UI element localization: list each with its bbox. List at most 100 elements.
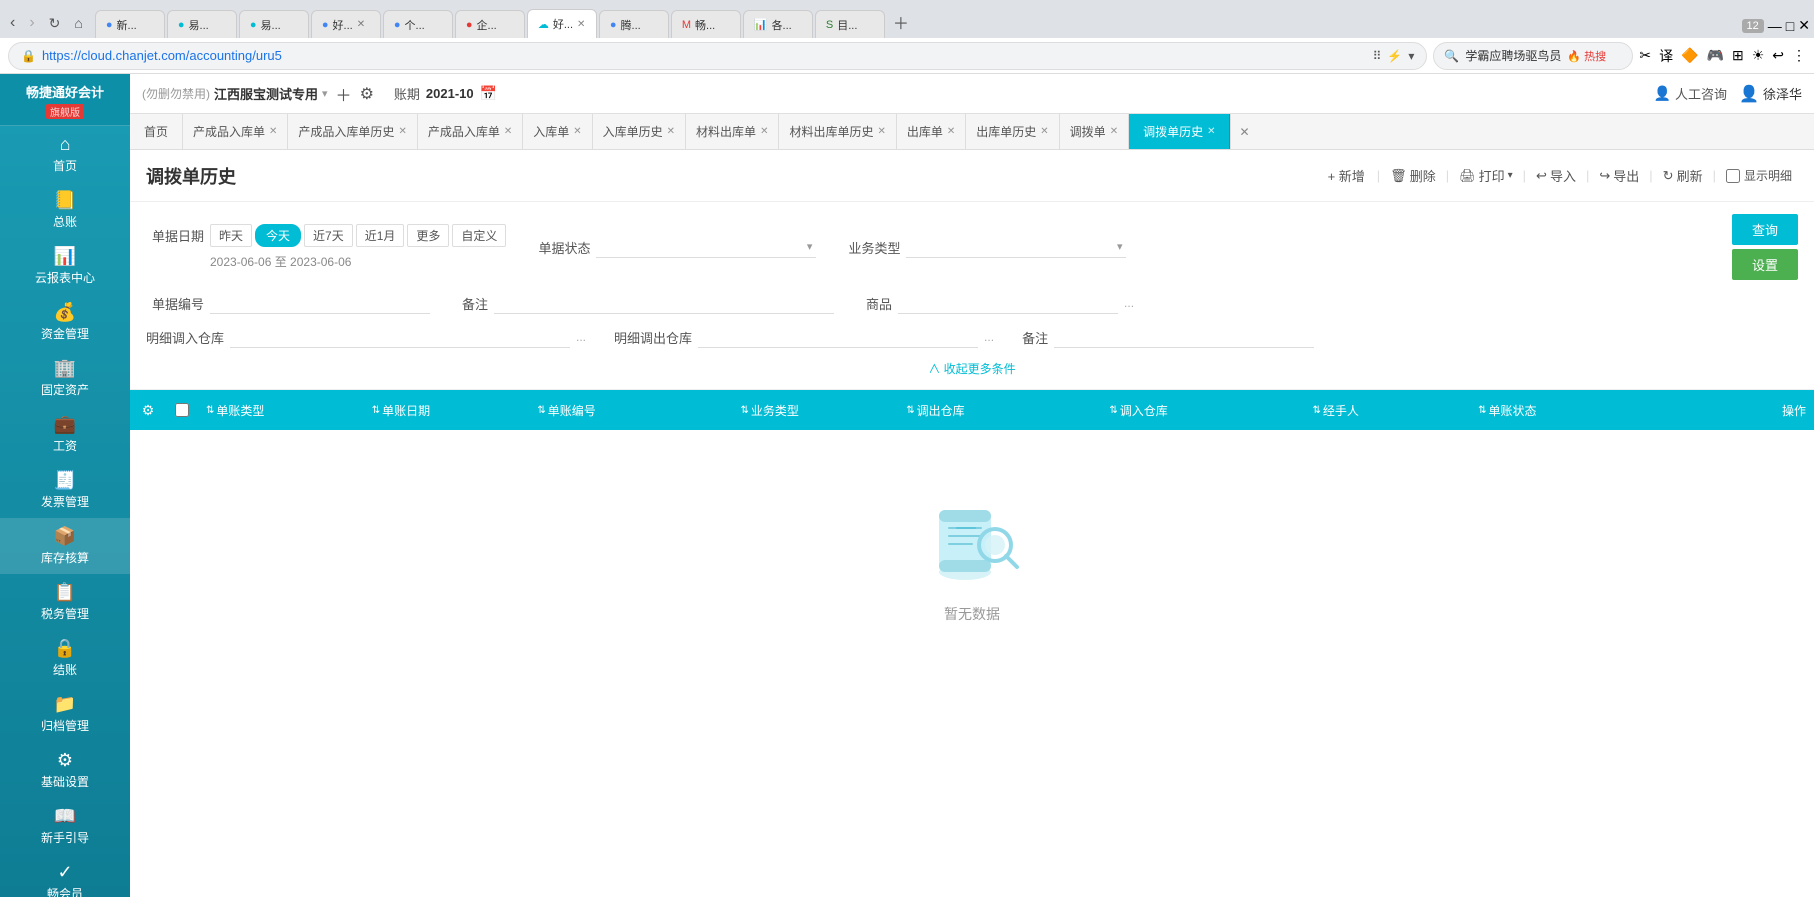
sidebar-item-tax[interactable]: 📋 税务管理 <box>0 574 130 630</box>
settings-gear-icon[interactable]: ⚙ <box>360 84 374 104</box>
detail-in-ellipsis[interactable]: ... <box>576 330 586 344</box>
yesterday-btn[interactable]: 昨天 <box>210 224 252 247</box>
browser-menu-icon[interactable]: ⠿ <box>1373 49 1382 63</box>
tab-11[interactable]: S目... <box>815 10 885 38</box>
tab-4[interactable]: ●好...✕ <box>311 10 381 38</box>
close-icon-tab7[interactable]: ✕ <box>877 126 885 137</box>
new-tab-btn[interactable]: ＋ <box>887 10 915 34</box>
biz-type-select[interactable] <box>906 236 1126 257</box>
detail-out-ellipsis[interactable]: ... <box>984 330 994 344</box>
export-btn[interactable]: ↪ 导出 <box>1593 162 1645 189</box>
tab-1[interactable]: ●新... <box>95 10 165 38</box>
user-area[interactable]: 👤 徐泽华 <box>1739 84 1802 104</box>
7days-btn[interactable]: 近7天 <box>304 224 353 247</box>
tab-10[interactable]: 📊各... <box>743 10 813 38</box>
page-tab-transfer-history-active[interactable]: 调拨单历史 ✕ <box>1129 114 1230 150</box>
page-tab-mat-out-history[interactable]: 材料出库单历史 ✕ <box>779 114 896 150</box>
import-btn[interactable]: ↩ 导入 <box>1530 162 1582 189</box>
close-all-btn[interactable]: ✕ <box>1230 114 1257 150</box>
status-select-wrapper[interactable]: ▾ <box>596 236 816 258</box>
minimize-btn[interactable]: — <box>1768 18 1782 34</box>
refresh-btn[interactable]: ↻ <box>43 13 67 34</box>
brightness-icon[interactable]: ☀ <box>1752 47 1765 64</box>
sidebar-item-member[interactable]: ✓ 畅会员 <box>0 854 130 897</box>
th-settings[interactable]: ⚙ <box>130 402 166 419</box>
close-icon-tab11[interactable]: ✕ <box>1207 126 1215 137</box>
close-icon-tab9[interactable]: ✕ <box>1040 126 1048 137</box>
sidebar-item-guide[interactable]: 📖 新手引导 <box>0 798 130 854</box>
maximize-btn[interactable]: □ <box>1786 18 1794 34</box>
page-tab-mat-out[interactable]: 材料出库单 ✕ <box>686 114 779 150</box>
goods-input[interactable] <box>898 292 1118 314</box>
tab-2[interactable]: ●易... <box>167 10 237 38</box>
refresh-page-btn[interactable]: ↻ 刷新 <box>1657 162 1709 189</box>
scissors-icon[interactable]: ✂ <box>1639 47 1651 64</box>
calendar-icon[interactable]: 📅 <box>480 85 497 102</box>
tab-6[interactable]: ●企... <box>455 10 525 38</box>
add-company-btn[interactable]: ＋ <box>336 82 352 106</box>
address-bar[interactable]: 🔒 https://cloud.chanjet.com/accounting/u… <box>8 42 1427 70</box>
tab-7-active[interactable]: ☁好...✕ <box>527 9 597 38</box>
grid-icon[interactable]: ⊞ <box>1732 47 1744 64</box>
back-btn[interactable]: ‹ <box>4 12 21 34</box>
undo-icon[interactable]: ↩ <box>1772 47 1784 64</box>
th-status[interactable]: ⇅ 单账状态 <box>1470 402 1673 419</box>
today-btn[interactable]: 今天 <box>255 224 301 247</box>
close-icon-tab4[interactable]: ✕ <box>573 126 581 137</box>
sidebar-item-home[interactable]: ⌂ 首页 <box>0 126 130 182</box>
th-handler[interactable]: ⇅ 经手人 <box>1304 402 1470 419</box>
page-tab-in-order[interactable]: 入库单 ✕ <box>523 114 592 150</box>
service-btn[interactable]: 👤 人工咨询 <box>1654 84 1727 103</box>
page-tab-product-in[interactable]: 产成品入库单 ✕ <box>183 114 288 150</box>
remark-input[interactable] <box>494 292 834 314</box>
page-tab-home[interactable]: 首页 <box>130 114 183 150</box>
tab-5[interactable]: ●个... <box>383 10 453 38</box>
translate-icon[interactable]: 译 <box>1659 46 1673 66</box>
select-all-checkbox[interactable] <box>175 403 189 417</box>
collapse-btn[interactable]: ∧ 收起更多条件 <box>928 360 1015 377</box>
sidebar-item-close[interactable]: 🔒 结账 <box>0 630 130 686</box>
custom-date-btn[interactable]: 自定义 <box>452 224 506 247</box>
close-icon-tab1[interactable]: ✕ <box>269 126 277 137</box>
close-icon-tab3[interactable]: ✕ <box>504 126 512 137</box>
th-checkbox[interactable] <box>166 403 198 417</box>
th-in[interactable]: ⇅ 调入仓库 <box>1101 402 1304 419</box>
tab-3[interactable]: ●易... <box>239 10 309 38</box>
print-btn[interactable]: 🖨 打印 ▾ <box>1453 162 1519 189</box>
order-num-input[interactable] <box>210 292 430 314</box>
tab-9[interactable]: M畅... <box>671 10 741 38</box>
show-cols-checkbox[interactable] <box>1726 169 1740 183</box>
query-btn[interactable]: 查询 <box>1732 214 1798 245</box>
1month-btn[interactable]: 近1月 <box>356 224 405 247</box>
print-dropdown-icon[interactable]: ▾ <box>1508 170 1513 181</box>
close-icon-tab6[interactable]: ✕ <box>760 126 768 137</box>
dropdown-icon[interactable]: ▾ <box>1408 49 1414 63</box>
more-date-btn[interactable]: 更多 <box>407 224 449 247</box>
extension-icon2[interactable]: 🎮 <box>1707 47 1724 64</box>
close-icon-tab8[interactable]: ✕ <box>947 126 955 137</box>
search-box[interactable]: 🔍 学霸应聘场驱鸟员 🔥 热搜 <box>1433 42 1633 70</box>
close-icon-tab2[interactable]: ✕ <box>398 126 406 137</box>
close-icon-tab10[interactable]: ✕ <box>1110 126 1118 137</box>
detail-out-input[interactable] <box>698 326 978 348</box>
close-window-btn[interactable]: ✕ <box>1798 17 1810 34</box>
th-out[interactable]: ⇅ 调出仓库 <box>898 402 1101 419</box>
more-icon[interactable]: ⋮ <box>1792 47 1806 64</box>
delete-btn[interactable]: 🗑 删除 <box>1384 162 1442 189</box>
page-tab-product-in-history[interactable]: 产成品入库单历史 ✕ <box>288 114 417 150</box>
th-date[interactable]: ⇅ 单账日期 <box>364 402 530 419</box>
goods-ellipsis[interactable]: ... <box>1124 296 1134 310</box>
sidebar-item-archive[interactable]: 📁 归档管理 <box>0 686 130 742</box>
th-num[interactable]: ⇅ 单账编号 <box>529 402 732 419</box>
sidebar-item-inventory[interactable]: 📦 库存核算 <box>0 518 130 574</box>
page-tab-transfer[interactable]: 调拨单 ✕ <box>1060 114 1129 150</box>
sidebar-item-invoice[interactable]: 🧾 发票管理 <box>0 462 130 518</box>
sidebar-item-wages[interactable]: 💼 工资 <box>0 406 130 462</box>
filter-settings-btn[interactable]: 设置 <box>1732 249 1798 280</box>
page-tab-out-history[interactable]: 出库单历史 ✕ <box>966 114 1059 150</box>
sidebar-item-reports[interactable]: 📊 云报表中心 <box>0 238 130 294</box>
sidebar-item-funds[interactable]: 💰 资金管理 <box>0 294 130 350</box>
sidebar-item-basic[interactable]: ⚙ 基础设置 <box>0 742 130 798</box>
th-type[interactable]: ⇅ 单账类型 <box>198 402 364 419</box>
detail-remark-input[interactable] <box>1054 326 1314 348</box>
